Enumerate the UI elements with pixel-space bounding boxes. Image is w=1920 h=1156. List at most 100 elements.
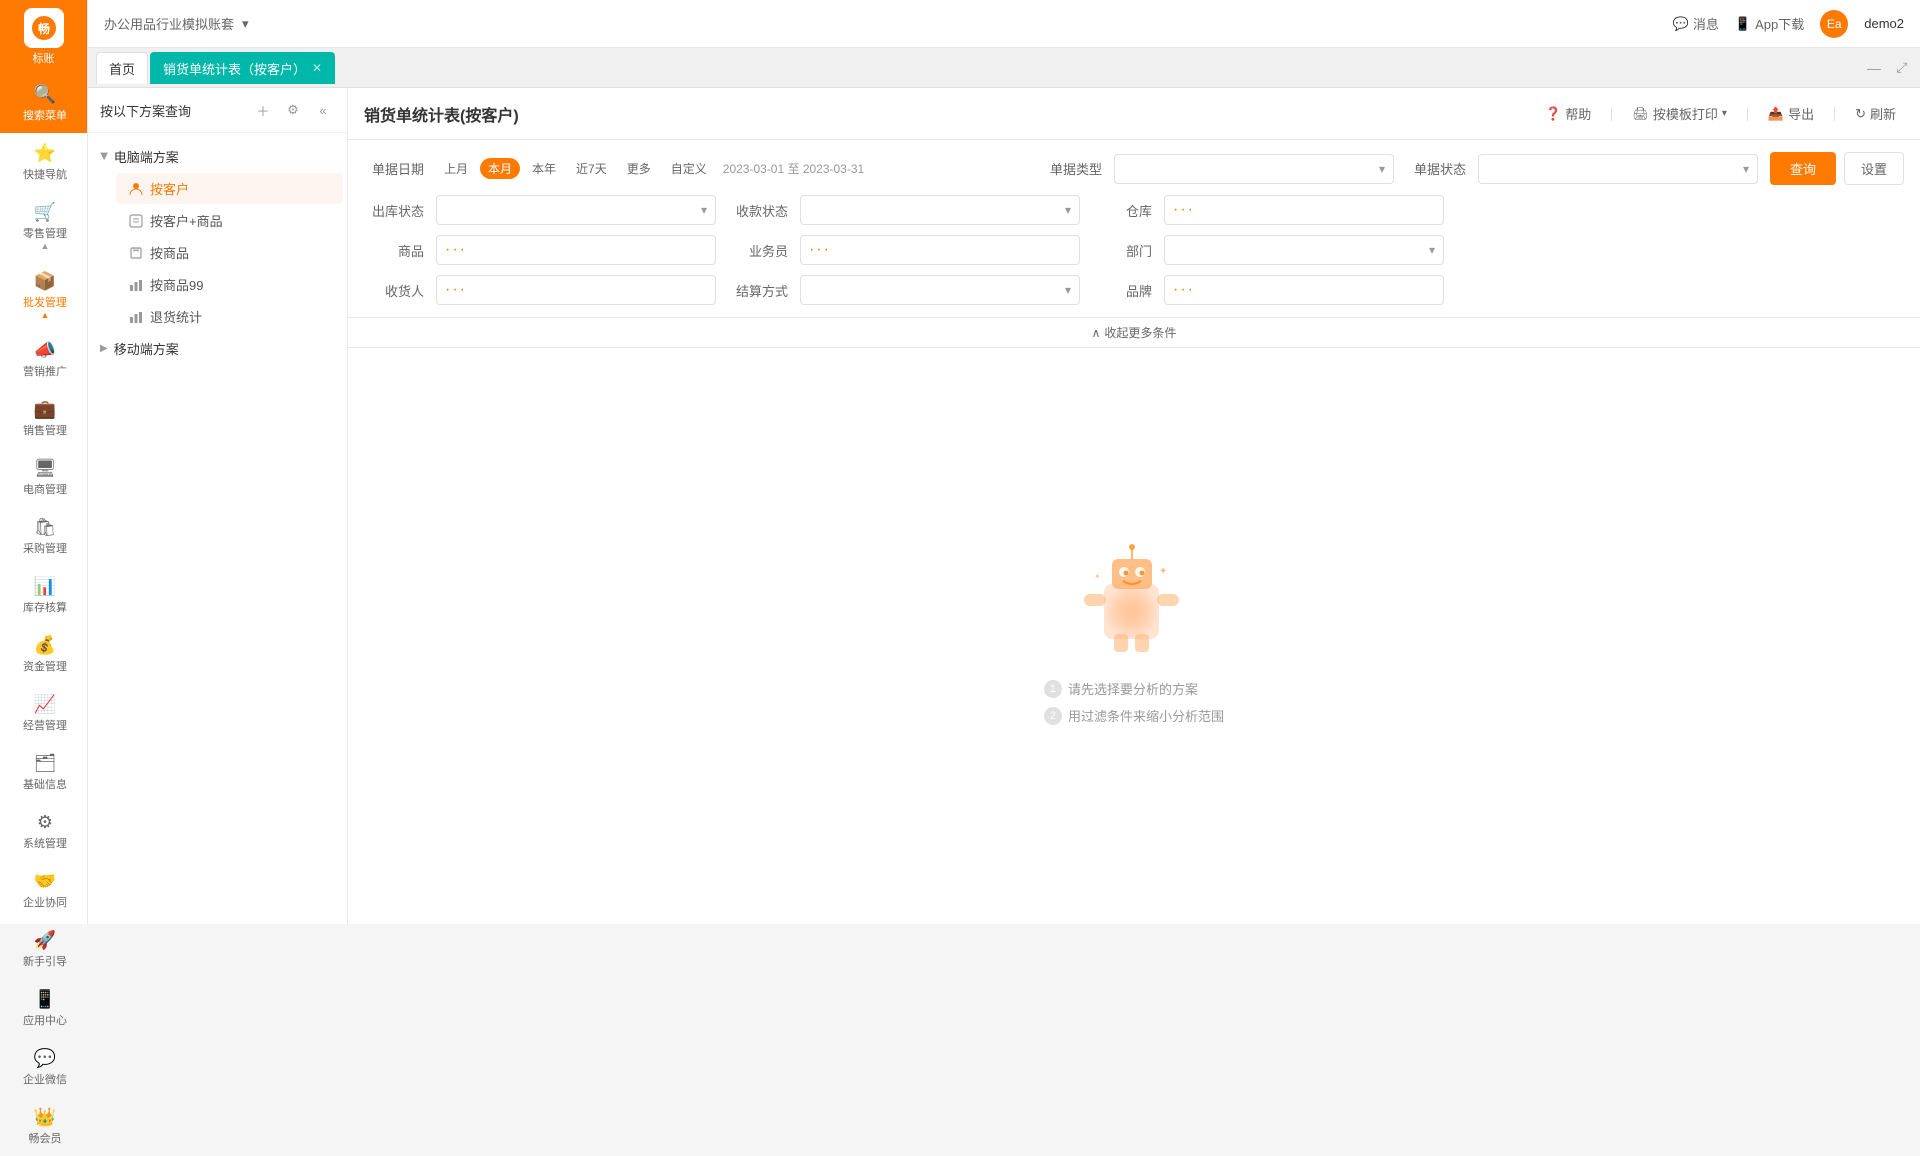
sidebar-corp-label: 企业协同 (23, 894, 67, 910)
app-logo[interactable]: 畅 标账 (0, 0, 87, 74)
sidebar-item-system[interactable]: ⚙ 系统管理 (0, 802, 87, 861)
sidebar-item-wholesale[interactable]: 📦 批发管理 ▲ (0, 261, 87, 330)
date-tab-this-month[interactable]: 本月 (480, 158, 520, 179)
app-download-action[interactable]: 📱 App下载 (1735, 14, 1804, 33)
tab-home-label: 首页 (109, 59, 135, 78)
tab-home[interactable]: 首页 (96, 52, 148, 84)
export-btn[interactable]: 📤 导出 (1760, 100, 1822, 127)
tree-arrow-mobile: ▶ (100, 343, 108, 354)
print-btn[interactable]: 🖨 按模板打印 ▾ (1624, 100, 1735, 127)
scheme-tree: ▶ 电脑端方案 按客户 按客户+商品 (88, 133, 347, 372)
doc-type-control[interactable]: ▾ (1114, 154, 1394, 184)
sidebar-item-shortcut[interactable]: ⭐ 快捷导航 (0, 133, 87, 192)
tab-sales-stat[interactable]: 销货单统计表（按客户） ✕ (150, 52, 335, 84)
user-name[interactable]: demo2 (1864, 16, 1904, 31)
maximize-btn[interactable]: ⤢ (1892, 58, 1912, 78)
add-scheme-btn[interactable]: ＋ (251, 98, 275, 122)
user-avatar[interactable]: Ea (1820, 10, 1848, 38)
refresh-label: 刷新 (1870, 104, 1896, 123)
payment-status-select[interactable]: ▾ (800, 195, 1080, 225)
date-tab-last-7[interactable]: 近7天 (568, 158, 615, 179)
chevron-down-icon-5: ▾ (1429, 243, 1435, 257)
scheme-by-goods[interactable]: 按商品 (116, 237, 343, 268)
doc-status-control[interactable]: ▾ (1478, 154, 1758, 184)
sidebar-item-newbie[interactable]: 🚀 新手引导 (0, 920, 87, 979)
page-header: 销货单统计表(按客户) ❓ 帮助 🖨 按模板打印 ▾ 📤 (348, 88, 1920, 140)
receiver-select[interactable]: ··· (436, 275, 716, 305)
brand-control[interactable]: ··· (1164, 275, 1444, 305)
sidebar-item-inventory[interactable]: 📊 库存核算 (0, 566, 87, 625)
dept-control[interactable]: ▾ (1164, 235, 1444, 265)
doc-status-select[interactable]: ▾ (1478, 154, 1758, 184)
doc-type-select[interactable]: ▾ (1114, 154, 1394, 184)
sidebar-item-sales[interactable]: 💼 销售管理 (0, 389, 87, 448)
out-status-control[interactable]: ▾ (436, 195, 716, 225)
collapse-panel-btn[interactable]: « (311, 98, 335, 122)
help-label: 帮助 (1565, 104, 1591, 123)
salesman-control[interactable]: ··· (800, 235, 1080, 265)
sidebar-item-marketing[interactable]: 📣 营销推广 (0, 330, 87, 389)
date-tab-last-month[interactable]: 上月 (436, 158, 476, 179)
search-btn[interactable]: 查询 (1770, 152, 1836, 185)
scheme-by-goods-label: 按商品 (150, 243, 189, 262)
scheme-by-goods-99[interactable]: 按商品99 (116, 269, 343, 300)
payment-status-control[interactable]: ▾ (800, 195, 1080, 225)
out-status-select[interactable]: ▾ (436, 195, 716, 225)
settlement-control[interactable]: ▾ (800, 275, 1080, 305)
brand-select[interactable]: ··· (1164, 275, 1444, 305)
left-sidebar: 畅 标账 🔍 搜索菜单 ⭐ 快捷导航 🛒 零售管理 ▲ 📦 批发管理 ▲ 📣 营… (0, 0, 88, 924)
goods-control[interactable]: ··· (436, 235, 716, 265)
message-action[interactable]: 💬 消息 (1673, 14, 1719, 33)
chevron-down-icon-2: ▾ (1743, 162, 1749, 176)
header-dropdown-arrow[interactable]: ▾ (242, 16, 249, 32)
tree-mobile-parent[interactable]: ▶ 移动端方案 (88, 333, 347, 364)
filter-row-1: 单据日期 上月 本月 本年 近7天 更多 自定义 2023-03-01 至 20… (364, 152, 1904, 185)
settlement-select[interactable]: ▾ (800, 275, 1080, 305)
help-icon: ❓ (1545, 106, 1561, 122)
date-tab-this-year[interactable]: 本年 (524, 158, 564, 179)
return-chart-icon (128, 309, 144, 325)
top-header: 办公用品行业模拟账套 ▾ 💬 消息 📱 App下载 Ea demo2 (88, 0, 1920, 48)
goods-select[interactable]: ··· (436, 235, 716, 265)
svg-text:✦: ✦ (1094, 572, 1101, 581)
sidebar-item-ecom[interactable]: 🖥 电商管理 (0, 448, 87, 507)
newbie-icon: 🚀 (34, 930, 56, 951)
tab-close-icon[interactable]: ✕ (312, 61, 322, 75)
sidebar-item-operation[interactable]: 📈 经营管理 (0, 684, 87, 743)
minimize-btn[interactable]: — (1864, 58, 1884, 78)
sidebar-item-corp[interactable]: 🤝 企业协同 (0, 861, 87, 920)
sidebar-item-appstore[interactable]: 📱 应用中心 (0, 979, 87, 1038)
date-tab-more[interactable]: 更多 (619, 158, 659, 179)
user-goods-icon (128, 213, 144, 229)
sidebar-item-basic[interactable]: 🗂 基础信息 (0, 743, 87, 802)
receiver-control[interactable]: ··· (436, 275, 716, 305)
warehouse-select[interactable]: ··· (1164, 195, 1444, 225)
help-btn[interactable]: ❓ 帮助 (1537, 100, 1599, 127)
tree-desktop-parent[interactable]: ▶ 电脑端方案 (88, 141, 347, 172)
sidebar-item-wechat[interactable]: 💬 企业微信 (0, 1038, 87, 1097)
sidebar-item-retail[interactable]: 🛒 零售管理 ▲ (0, 192, 87, 261)
scheme-by-customer-goods[interactable]: 按客户+商品 (116, 205, 343, 236)
sidebar-item-finance[interactable]: 💰 资金管理 (0, 625, 87, 684)
settings-btn[interactable]: 设置 (1844, 152, 1904, 185)
print-arrow: ▾ (1722, 108, 1727, 119)
goods-icon (128, 245, 144, 261)
tip-item-2: 2 用过滤条件来缩小分析范围 (1044, 706, 1224, 725)
sidebar-newbie-label: 新手引导 (23, 953, 67, 969)
dept-select[interactable]: ▾ (1164, 235, 1444, 265)
warehouse-control[interactable]: ··· (1164, 195, 1444, 225)
sidebar-operation-label: 经营管理 (23, 717, 67, 733)
sidebar-item-search[interactable]: 🔍 搜索菜单 (0, 74, 87, 133)
sales-icon: 💼 (34, 399, 56, 420)
user-icon (128, 181, 144, 197)
sidebar-retail-label: 零售管理 (23, 225, 67, 241)
salesman-select[interactable]: ··· (800, 235, 1080, 265)
sidebar-item-purchase[interactable]: 🛍 采购管理 (0, 507, 87, 566)
scheme-return-stat[interactable]: 退货统计 (116, 301, 343, 332)
collapse-filter-row[interactable]: ∧ 收起更多条件 (348, 318, 1920, 348)
sidebar-item-member[interactable]: 👑 畅会员 (0, 1097, 87, 1156)
date-tab-custom[interactable]: 自定义 (663, 158, 715, 179)
refresh-btn[interactable]: ↻ 刷新 (1847, 100, 1904, 127)
scheme-by-customer[interactable]: 按客户 (116, 173, 343, 204)
scheme-settings-btn[interactable]: ⚙ (281, 98, 305, 122)
